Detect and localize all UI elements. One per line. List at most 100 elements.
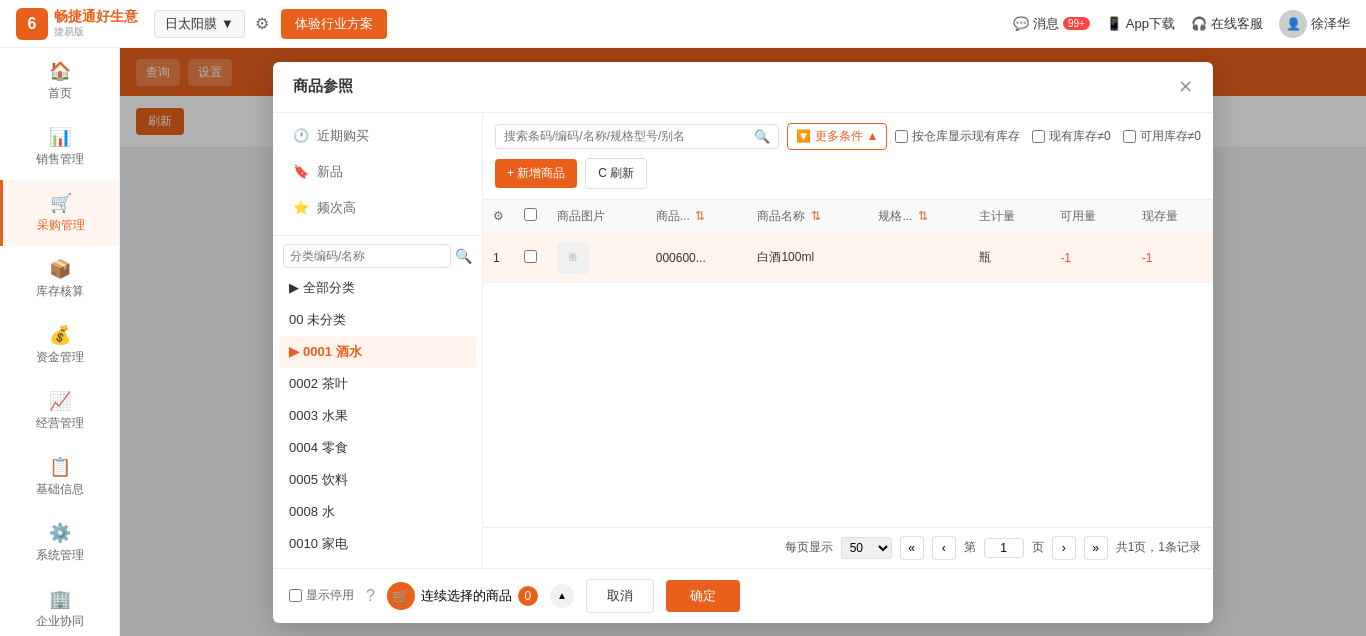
sidebar-label-home: 首页 xyxy=(48,85,72,102)
table-row[interactable]: 1 图 000600... 白酒100ml xyxy=(483,233,1213,282)
sidebar-label-sales: 销售管理 xyxy=(36,151,84,168)
sidebar-item-system[interactable]: ⚙️ 系统管理 xyxy=(0,510,119,576)
modal-body: 🕐 近期购买 🔖 新品 ⭐ 频次高 xyxy=(273,113,1213,568)
filter-label: 更多条件 xyxy=(815,128,863,145)
online-service-item[interactable]: 🎧 在线客服 xyxy=(1191,15,1263,33)
table-header: ⚙ 商品图片 商品... ⇅ 商品名称 xyxy=(483,200,1213,234)
category-search-icon[interactable]: 🔍 xyxy=(455,248,472,264)
usable-checkbox[interactable] xyxy=(1123,130,1136,143)
category-00[interactable]: 00 未分类 xyxy=(279,304,476,336)
logo-area: 6 畅捷通好生意 捷易版 xyxy=(16,8,138,40)
avatar: 👤 xyxy=(1279,10,1307,38)
confirm-button[interactable]: 确定 xyxy=(666,580,740,612)
help-icon[interactable]: ? xyxy=(366,587,375,605)
category-0001-label: 0001 酒水 xyxy=(303,343,362,361)
col-code[interactable]: 商品... ⇅ xyxy=(646,200,748,234)
category-0010[interactable]: 0010 家电 xyxy=(279,528,476,560)
row-image: 图 xyxy=(547,233,646,282)
select-all-checkbox[interactable] xyxy=(524,208,537,221)
category-search-input[interactable] xyxy=(283,244,451,268)
first-page-button[interactable]: « xyxy=(900,536,924,560)
recent-purchase-item[interactable]: 🕐 近期购买 xyxy=(283,121,472,151)
disabled-checkbox[interactable] xyxy=(289,589,302,602)
add-product-button[interactable]: + 新增商品 xyxy=(495,159,577,188)
category-all-label: 全部分类 xyxy=(303,279,355,297)
divider-1 xyxy=(273,235,482,236)
search-toolbar: 🔍 🔽 更多条件 ▲ 按仓库显示现有库存 xyxy=(483,113,1213,200)
row-checkbox[interactable] xyxy=(514,233,547,282)
sidebar-label-finance: 资金管理 xyxy=(36,349,84,366)
search-icon[interactable]: 🔍 xyxy=(754,129,770,144)
app-download-item[interactable]: 📱 App下载 xyxy=(1106,15,1175,33)
category-0008-label: 0008 水 xyxy=(289,503,335,521)
col-spec[interactable]: 规格... ⇅ xyxy=(868,200,969,234)
sidebar-item-purchase[interactable]: 🛒 采购管理 xyxy=(0,180,119,246)
category-0008[interactable]: 0008 水 xyxy=(279,496,476,528)
category-0002[interactable]: 0002 茶叶 xyxy=(279,368,476,400)
collapse-footer-button[interactable]: ▲ xyxy=(550,584,574,608)
category-all[interactable]: ▶ 全部分类 xyxy=(279,272,476,304)
current-page-input[interactable] xyxy=(984,538,1024,558)
new-icon: 🔖 xyxy=(293,164,309,179)
sidebar-item-home[interactable]: 🏠 首页 xyxy=(0,48,119,114)
message-label: 消息 xyxy=(1033,15,1059,33)
category-list: ▶ 全部分类 00 未分类 ▶ 0001 酒水 0002 茶 xyxy=(273,272,482,560)
right-panel: 🔍 🔽 更多条件 ▲ 按仓库显示现有库存 xyxy=(483,113,1213,568)
category-0005[interactable]: 0005 饮料 xyxy=(279,464,476,496)
message-item[interactable]: 💬 消息 99+ xyxy=(1013,15,1090,33)
quick-access-area: 🕐 近期购买 🔖 新品 ⭐ 频次高 xyxy=(273,121,482,231)
modal-footer: 显示停用 ? 🛒 连续选择的商品 0 ▲ 取消 确定 xyxy=(273,568,1213,623)
col-unit: 主计量 xyxy=(969,200,1050,234)
table-body: 1 图 000600... 白酒100ml xyxy=(483,233,1213,282)
settings-icon[interactable]: ⚙ xyxy=(255,14,269,33)
row-select-checkbox[interactable] xyxy=(524,250,537,263)
category-0001[interactable]: ▶ 0001 酒水 xyxy=(279,336,476,368)
cancel-button[interactable]: 取消 xyxy=(586,579,654,613)
checkbox-warehouse[interactable]: 按仓库显示现有库存 xyxy=(895,128,1020,145)
sidebar-item-inventory[interactable]: 📦 库存核算 xyxy=(0,246,119,312)
usable-label: 可用库存≠0 xyxy=(1140,128,1201,145)
more-filter-button[interactable]: 🔽 更多条件 ▲ xyxy=(787,123,888,150)
user-item[interactable]: 👤 徐泽华 xyxy=(1279,10,1350,38)
row-name: 白酒100ml xyxy=(747,233,868,282)
row-code: 000600... xyxy=(646,233,748,282)
sidebar-item-operations[interactable]: 📈 经营管理 xyxy=(0,378,119,444)
prev-page-button[interactable]: ‹ xyxy=(932,536,956,560)
frequent-item[interactable]: ⭐ 频次高 xyxy=(283,193,472,223)
show-disabled-checkbox[interactable]: 显示停用 xyxy=(289,587,354,604)
product-table-container: ⚙ 商品图片 商品... ⇅ 商品名称 xyxy=(483,200,1213,527)
total-records-label: 共1页，1条记录 xyxy=(1116,539,1201,556)
sidebar-item-enterprise[interactable]: 🏢 企业协同 xyxy=(0,576,119,636)
sidebar-item-basic[interactable]: 📋 基础信息 xyxy=(0,444,119,510)
refresh-button[interactable]: C 刷新 xyxy=(585,158,647,189)
next-page-button[interactable]: › xyxy=(1052,536,1076,560)
message-icon: 💬 xyxy=(1013,16,1029,31)
chevron-up-icon: ▲ xyxy=(867,129,879,143)
checkbox-available[interactable]: 现有库存≠0 xyxy=(1032,128,1110,145)
clock-icon: 🕐 xyxy=(293,128,309,143)
page-size-select[interactable]: 50 10 20 100 xyxy=(841,537,892,559)
product-search-input[interactable] xyxy=(504,129,750,143)
category-0003[interactable]: 0003 水果 xyxy=(279,400,476,432)
cart-button[interactable]: 🛒 xyxy=(387,582,415,610)
category-search-row: 🔍 xyxy=(273,240,482,272)
logo-icon: 6 xyxy=(16,8,48,40)
col-checkbox[interactable] xyxy=(514,200,547,234)
sidebar-item-finance[interactable]: 💰 资金管理 xyxy=(0,312,119,378)
close-icon[interactable]: ✕ xyxy=(1178,76,1193,98)
system-icon: ⚙️ xyxy=(49,522,71,544)
store-selector[interactable]: 日太阳膜 ▼ xyxy=(154,10,245,38)
category-0004[interactable]: 0004 零食 xyxy=(279,432,476,464)
row-index: 1 xyxy=(483,233,514,282)
sidebar-item-sales[interactable]: 📊 销售管理 xyxy=(0,114,119,180)
warehouse-checkbox[interactable] xyxy=(895,130,908,143)
col-name[interactable]: 商品名称 ⇅ xyxy=(747,200,868,234)
new-product-item[interactable]: 🔖 新品 xyxy=(283,157,472,187)
selected-count-badge: 0 xyxy=(518,586,538,606)
last-page-button[interactable]: » xyxy=(1084,536,1108,560)
app-download-label: App下载 xyxy=(1126,15,1175,33)
available-checkbox[interactable] xyxy=(1032,130,1045,143)
col-settings[interactable]: ⚙ xyxy=(483,200,514,234)
checkbox-usable[interactable]: 可用库存≠0 xyxy=(1123,128,1201,145)
trial-button[interactable]: 体验行业方案 xyxy=(281,9,387,39)
